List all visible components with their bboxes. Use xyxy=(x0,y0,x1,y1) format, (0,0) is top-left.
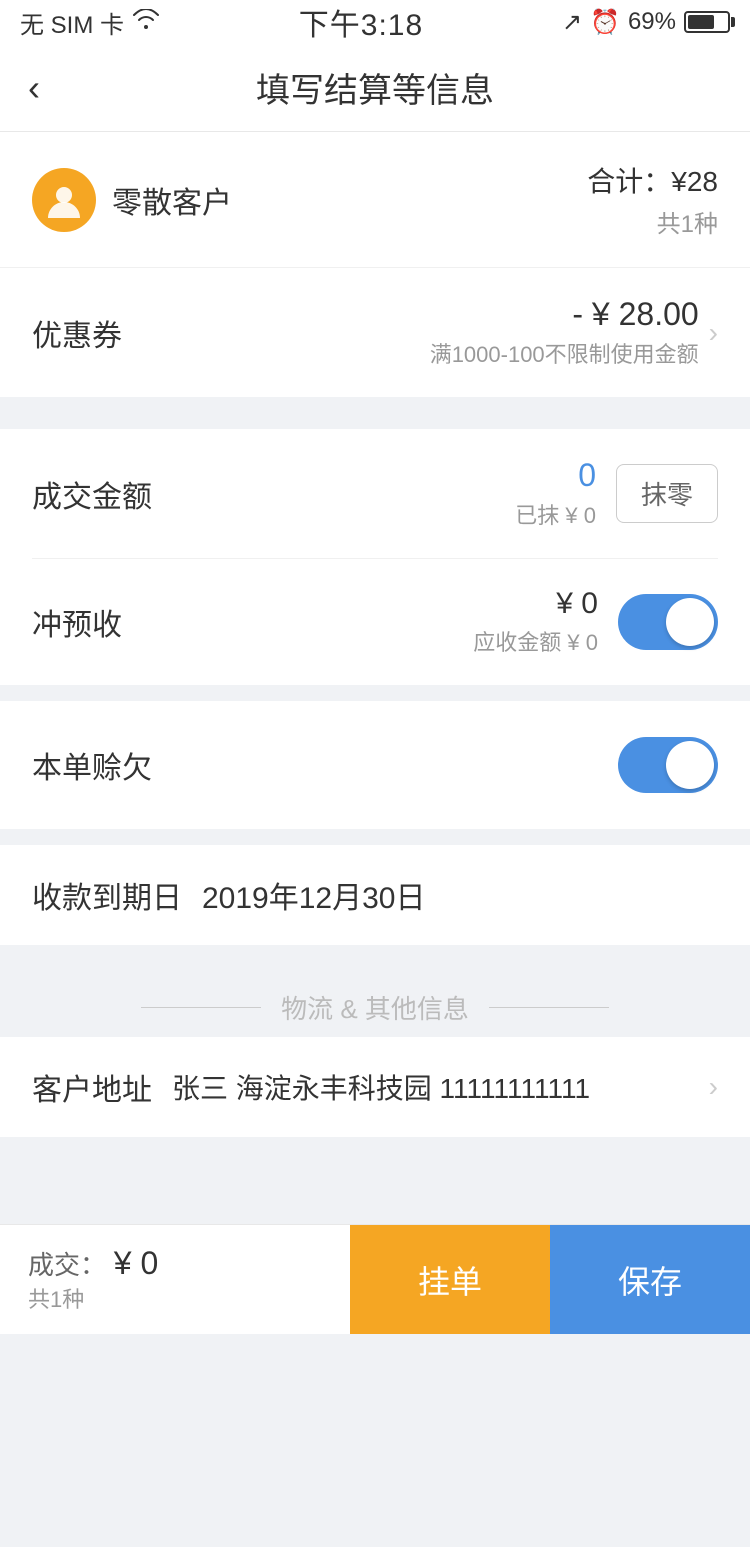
transaction-amount-info: 0 已抹 ¥ 0 xyxy=(515,457,596,530)
coupon-amount: - ¥ 28.00 xyxy=(430,296,699,333)
coupon-right: - ¥ 28.00 满1000-100不限制使用金额 › xyxy=(430,296,718,369)
transaction-label: 成交金额 xyxy=(32,472,152,516)
address-section[interactable]: 客户地址 张三 海淀永丰科技园 11111111111 › xyxy=(0,1037,750,1137)
bottom-count: 共1种 xyxy=(28,1282,322,1314)
wifi-icon xyxy=(132,8,160,36)
alarm-icon: ⏰ xyxy=(590,8,620,37)
due-date-value: 2019年12月30日 xyxy=(202,873,425,917)
advance-sub: 应收金额 ¥ 0 xyxy=(473,625,598,657)
coupon-row[interactable]: 优惠券 - ¥ 28.00 满1000-100不限制使用金额 › xyxy=(0,267,750,397)
location-icon: ↗ xyxy=(562,8,582,37)
status-time: 下午3:18 xyxy=(299,0,423,44)
no-sim-label: 无 SIM 卡 xyxy=(20,5,124,40)
coupon-desc: 满1000-100不限制使用金额 xyxy=(430,337,699,369)
pending-button[interactable]: 挂单 xyxy=(350,1225,550,1334)
address-label: 客户地址 xyxy=(32,1065,152,1109)
customer-summary: 合计：¥28 共1种 xyxy=(587,160,718,239)
customer-row: 零散客户 合计：¥28 共1种 xyxy=(0,132,750,267)
logistics-label: 物流 & 其他信息 xyxy=(141,989,609,1026)
save-button[interactable]: 保存 xyxy=(550,1225,750,1334)
debit-row: 本单赊欠 xyxy=(32,701,718,829)
toggle-knob xyxy=(666,598,714,646)
section-divider-3 xyxy=(0,961,750,977)
back-button[interactable]: ‹ xyxy=(28,67,40,109)
advance-amount-info: ¥ 0 应收金额 ¥ 0 xyxy=(473,587,598,657)
advance-label: 冲预收 xyxy=(32,600,122,644)
advance-amount: ¥ 0 xyxy=(473,587,598,621)
due-date-row: 收款到期日 2019年12月30日 xyxy=(32,873,718,917)
bottom-bar: 成交： ¥ 0 共1种 挂单 保存 xyxy=(0,1224,750,1334)
status-right: ↗ ⏰ 69% xyxy=(562,8,730,37)
address-value: 张三 海淀永丰科技园 11111111111 xyxy=(172,1067,709,1107)
customer-name: 零散客户 xyxy=(112,178,232,222)
round-button[interactable]: 抹零 xyxy=(616,464,718,523)
nav-bar: ‹ 填写结算等信息 xyxy=(0,44,750,132)
debit-toggle-knob xyxy=(666,741,714,789)
customer-left: 零散客户 xyxy=(32,168,232,232)
status-bar: 无 SIM 卡 下午3:18 ↗ ⏰ 69% xyxy=(0,0,750,44)
bottom-deal-row: 成交： ¥ 0 xyxy=(28,1245,322,1282)
avatar xyxy=(32,168,96,232)
bottom-deal-amount: ¥ 0 xyxy=(114,1245,158,1281)
bottom-deal-label: 成交： xyxy=(28,1250,106,1280)
due-date-section: 收款到期日 2019年12月30日 xyxy=(0,845,750,945)
debit-label: 本单赊欠 xyxy=(32,743,152,787)
total-count: 共1种 xyxy=(587,204,718,239)
due-date-label: 收款到期日 xyxy=(32,873,182,917)
logistics-divider: 物流 & 其他信息 xyxy=(0,977,750,1037)
battery-icon xyxy=(684,11,730,33)
address-chevron-icon: › xyxy=(709,1071,718,1103)
transaction-row: 成交金额 0 已抹 ¥ 0 抹零 xyxy=(32,429,718,559)
advance-toggle[interactable] xyxy=(618,594,718,650)
advance-row: 冲预收 ¥ 0 应收金额 ¥ 0 xyxy=(32,559,718,685)
status-left: 无 SIM 卡 xyxy=(20,5,160,40)
debit-section: 本单赊欠 xyxy=(0,701,750,829)
bottom-info: 成交： ¥ 0 共1种 xyxy=(0,1225,350,1334)
transaction-section: 成交金额 0 已抹 ¥ 0 抹零 冲预收 ¥ 0 应收金额 ¥ 0 xyxy=(0,429,750,685)
content: 零散客户 合计：¥28 共1种 优惠券 - ¥ 28.00 满1000-100不… xyxy=(0,132,750,1547)
debit-toggle[interactable] xyxy=(618,737,718,793)
coupon-label: 优惠券 xyxy=(32,311,122,355)
transaction-amount-sub: 已抹 ¥ 0 xyxy=(515,498,596,530)
transaction-amount: 0 xyxy=(515,457,596,494)
chevron-right-icon: › xyxy=(709,317,718,349)
coupon-info: - ¥ 28.00 满1000-100不限制使用金额 xyxy=(430,296,699,369)
advance-right: ¥ 0 应收金额 ¥ 0 xyxy=(473,587,718,657)
section-divider-1 xyxy=(0,413,750,429)
transaction-right: 0 已抹 ¥ 0 抹零 xyxy=(515,457,718,530)
customer-card: 零散客户 合计：¥28 共1种 优惠券 - ¥ 28.00 满1000-100不… xyxy=(0,132,750,397)
section-divider-2 xyxy=(0,685,750,701)
page-title: 填写结算等信息 xyxy=(256,63,494,112)
total-amount: 合计：¥28 xyxy=(587,160,718,200)
battery-percent: 69% xyxy=(628,8,676,36)
